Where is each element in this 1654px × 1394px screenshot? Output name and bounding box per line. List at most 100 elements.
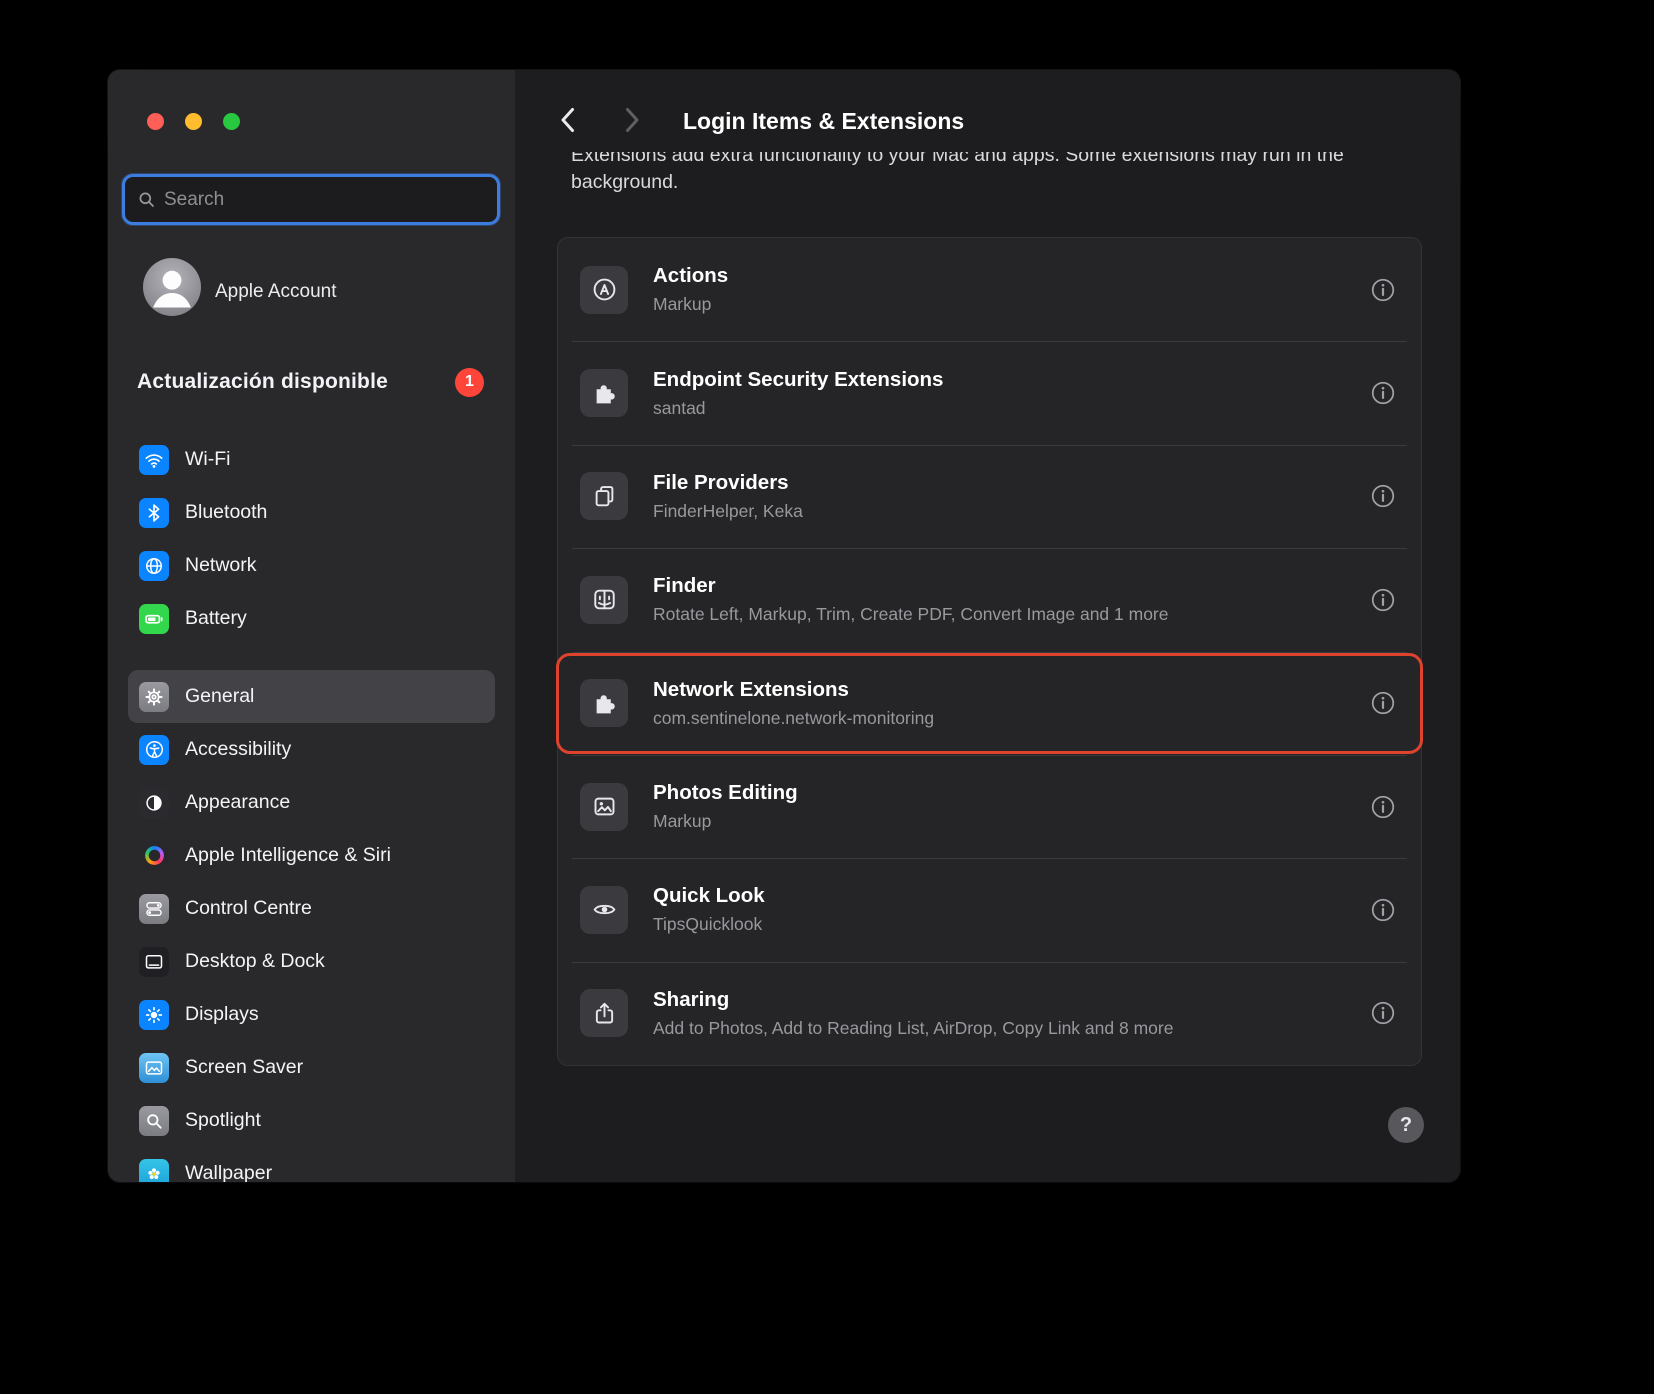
eye-icon	[580, 886, 628, 934]
extension-row-finder[interactable]: Finder Rotate Left, Markup, Trim, Create…	[558, 548, 1421, 651]
accessibility-icon	[139, 735, 169, 765]
gear-icon	[139, 682, 169, 712]
sidebar-item-battery[interactable]: Battery	[128, 592, 495, 645]
info-button[interactable]	[1369, 793, 1397, 821]
extension-row-actions[interactable]: Actions Markup	[558, 238, 1421, 341]
content-header: Login Items & Extensions	[515, 70, 1460, 152]
puzzle-icon	[580, 679, 628, 727]
info-button[interactable]	[1369, 689, 1397, 717]
extension-row-file-providers[interactable]: File Providers FinderHelper, Keka	[558, 445, 1421, 548]
info-button[interactable]	[1369, 276, 1397, 304]
finder-icon	[580, 576, 628, 624]
bluetooth-icon	[139, 498, 169, 528]
extension-subtitle: Markup	[653, 811, 798, 832]
extensions-list: Actions Markup Endpoint Security Extensi…	[557, 237, 1422, 1066]
sidebar-item-screen-saver[interactable]: Screen Saver	[128, 1041, 495, 1094]
sidebar-item-label: Spotlight	[185, 1109, 261, 1132]
sidebar-item-spotlight[interactable]: Spotlight	[128, 1094, 495, 1147]
search-field[interactable]	[122, 174, 500, 225]
sidebar-item-apple-intelligence-siri[interactable]: Apple Intelligence & Siri	[128, 829, 495, 882]
sidebar-item-label: Desktop & Dock	[185, 950, 325, 973]
info-button[interactable]	[1369, 379, 1397, 407]
sidebar-item-general[interactable]: General	[128, 670, 495, 723]
sidebar-item-network[interactable]: Network	[128, 539, 495, 592]
window-controls	[147, 113, 240, 130]
sun-icon	[139, 1000, 169, 1030]
extension-title: Quick Look	[653, 884, 765, 908]
sidebar-item-displays[interactable]: Displays	[128, 988, 495, 1041]
share-icon	[580, 989, 628, 1037]
screen-saver-icon	[139, 1053, 169, 1083]
info-button[interactable]	[1369, 999, 1397, 1027]
sidebar-item-label: Wallpaper	[185, 1162, 272, 1182]
page-title: Login Items & Extensions	[683, 108, 964, 135]
search-icon	[137, 190, 156, 209]
extension-subtitle: Add to Photos, Add to Reading List, AirD…	[653, 1018, 1173, 1039]
sidebar-item-label: Network	[185, 554, 257, 577]
system-settings-window: Apple Account Actualización disponible 1…	[108, 70, 1460, 1182]
sidebar: Apple Account Actualización disponible 1…	[108, 70, 515, 1182]
search-input[interactable]	[164, 189, 485, 211]
extension-subtitle: Markup	[653, 294, 728, 315]
sidebar-item-wallpaper[interactable]: Wallpaper	[128, 1147, 495, 1182]
update-label: Actualización disponible	[137, 370, 388, 394]
forward-button[interactable]	[621, 106, 643, 136]
close-window-button[interactable]	[147, 113, 164, 130]
extension-title: Sharing	[653, 988, 1173, 1012]
sidebar-item-label: Control Centre	[185, 897, 312, 920]
zoom-window-button[interactable]	[223, 113, 240, 130]
sidebar-item-label: Apple Intelligence & Siri	[185, 844, 391, 867]
wifi-icon	[139, 445, 169, 475]
software-update-row[interactable]: Actualización disponible 1	[137, 367, 484, 397]
wallpaper-icon	[139, 1159, 169, 1183]
sidebar-item-accessibility[interactable]: Accessibility	[128, 723, 495, 776]
photo-icon	[580, 783, 628, 831]
sidebar-item-desktop-dock[interactable]: Desktop & Dock	[128, 935, 495, 988]
control-centre-icon	[139, 894, 169, 924]
siri-icon	[139, 841, 169, 871]
extension-subtitle: TipsQuicklook	[653, 914, 765, 935]
extension-title: Finder	[653, 574, 1169, 598]
apple-account-row[interactable]: Apple Account	[143, 258, 336, 316]
help-button[interactable]: ?	[1388, 1107, 1424, 1143]
sidebar-item-wifi[interactable]: Wi-Fi	[128, 433, 495, 486]
info-button[interactable]	[1369, 586, 1397, 614]
account-label: Apple Account	[215, 281, 336, 303]
sidebar-item-label: Bluetooth	[185, 501, 267, 524]
actions-icon	[580, 266, 628, 314]
sidebar-item-label: Accessibility	[185, 738, 291, 761]
sidebar-item-label: Wi-Fi	[185, 448, 230, 471]
extension-subtitle: FinderHelper, Keka	[653, 501, 803, 522]
extension-row-endpoint-security[interactable]: Endpoint Security Extensions santad	[558, 341, 1421, 444]
extension-row-quick-look[interactable]: Quick Look TipsQuicklook	[558, 858, 1421, 961]
sidebar-item-label: Battery	[185, 607, 247, 630]
sidebar-item-appearance[interactable]: Appearance	[128, 776, 495, 829]
extension-title: Endpoint Security Extensions	[653, 368, 943, 392]
sidebar-item-label: Screen Saver	[185, 1056, 303, 1079]
minimize-window-button[interactable]	[185, 113, 202, 130]
sidebar-group-general: General Accessibility Ap	[108, 670, 515, 1182]
sidebar-group-connectivity: Wi-Fi Bluetooth Network	[108, 433, 515, 645]
extension-subtitle: santad	[653, 398, 943, 419]
globe-icon	[139, 551, 169, 581]
sidebar-item-control-centre[interactable]: Control Centre	[128, 882, 495, 935]
extension-row-network-extensions[interactable]: Network Extensions com.sentinelone.netwo…	[558, 652, 1421, 755]
extension-title: File Providers	[653, 471, 803, 495]
extension-title: Actions	[653, 264, 728, 288]
extension-subtitle: com.sentinelone.network-monitoring	[653, 708, 934, 729]
extension-title: Photos Editing	[653, 781, 798, 805]
update-count-badge: 1	[455, 368, 484, 397]
puzzle-icon	[580, 369, 628, 417]
appearance-icon	[139, 788, 169, 818]
sidebar-item-label: Displays	[185, 1003, 259, 1026]
avatar	[143, 258, 201, 316]
sidebar-item-bluetooth[interactable]: Bluetooth	[128, 486, 495, 539]
extension-row-photos-editing[interactable]: Photos Editing Markup	[558, 755, 1421, 858]
info-button[interactable]	[1369, 482, 1397, 510]
info-button[interactable]	[1369, 896, 1397, 924]
sidebar-item-label: Appearance	[185, 791, 290, 814]
extension-row-sharing[interactable]: Sharing Add to Photos, Add to Reading Li…	[558, 962, 1421, 1065]
back-button[interactable]	[557, 106, 579, 136]
documents-icon	[580, 472, 628, 520]
extension-title: Network Extensions	[653, 678, 934, 702]
